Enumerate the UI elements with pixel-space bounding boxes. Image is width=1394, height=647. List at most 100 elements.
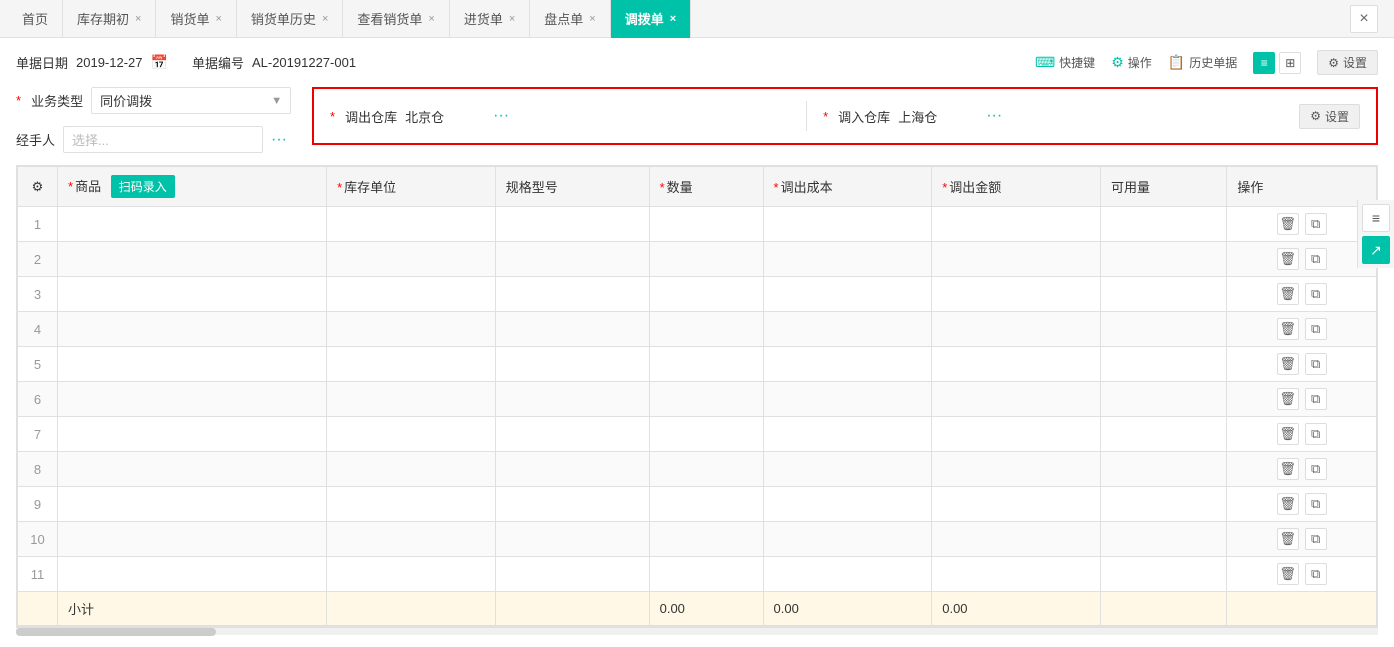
cell-quantity[interactable]: [649, 487, 763, 522]
cell-quantity[interactable]: [649, 347, 763, 382]
scan-button[interactable]: 扫码录入: [111, 175, 175, 198]
tab-sales-history[interactable]: 销货单历史 ×: [237, 0, 343, 38]
cell-amount[interactable]: [932, 207, 1101, 242]
panel-expand-icon[interactable]: ↗: [1362, 236, 1390, 264]
cell-product[interactable]: [58, 452, 327, 487]
layout-icon-grid[interactable]: ⊞: [1279, 52, 1301, 74]
delete-icon[interactable]: 🗑: [1277, 423, 1299, 445]
delete-icon[interactable]: 🗑: [1277, 318, 1299, 340]
calendar-icon[interactable]: 📅: [151, 54, 168, 71]
delete-icon[interactable]: 🗑: [1277, 528, 1299, 550]
tab-purchase-order-close[interactable]: ×: [509, 13, 515, 25]
tab-inventory-check-close[interactable]: ×: [589, 13, 595, 25]
cell-quantity[interactable]: [649, 522, 763, 557]
tab-view-sales-close[interactable]: ×: [428, 13, 434, 25]
delete-icon[interactable]: 🗑: [1277, 353, 1299, 375]
cell-product[interactable]: [58, 207, 327, 242]
delete-icon[interactable]: 🗑: [1277, 213, 1299, 235]
delete-icon[interactable]: 🗑: [1277, 493, 1299, 515]
cell-quantity[interactable]: [649, 417, 763, 452]
layout-icon-list[interactable]: ≡: [1253, 52, 1275, 74]
tab-inventory-init[interactable]: 库存期初 ×: [63, 0, 156, 38]
delete-icon[interactable]: 🗑: [1277, 388, 1299, 410]
cell-amount[interactable]: [932, 382, 1101, 417]
th-gear[interactable]: ⚙: [18, 167, 58, 207]
warehouse-in-more[interactable]: ···: [986, 107, 1002, 125]
cell-amount[interactable]: [932, 522, 1101, 557]
warehouse-settings-button[interactable]: ⚙ 设置: [1299, 104, 1360, 129]
copy-icon[interactable]: ⧉: [1305, 353, 1327, 375]
window-close-button[interactable]: ×: [1350, 5, 1378, 33]
tab-inventory-check[interactable]: 盘点单 ×: [530, 0, 610, 38]
settings-button[interactable]: ⚙ 设置: [1317, 50, 1378, 75]
copy-icon[interactable]: ⧉: [1305, 248, 1327, 270]
cell-quantity[interactable]: [649, 277, 763, 312]
tab-sales-order[interactable]: 销货单 ×: [156, 0, 236, 38]
copy-icon[interactable]: ⧉: [1305, 563, 1327, 585]
cell-product[interactable]: [58, 557, 327, 592]
copy-icon[interactable]: ⧉: [1305, 213, 1327, 235]
cell-amount[interactable]: [932, 452, 1101, 487]
copy-icon[interactable]: ⧉: [1305, 458, 1327, 480]
agent-select[interactable]: 选择...: [63, 126, 263, 153]
cell-amount[interactable]: [932, 557, 1101, 592]
history-button[interactable]: 📋 历史单据: [1168, 54, 1237, 71]
cell-amount[interactable]: [932, 417, 1101, 452]
cell-quantity[interactable]: [649, 312, 763, 347]
cell-product[interactable]: [58, 312, 327, 347]
cell-product[interactable]: [58, 277, 327, 312]
cell-product[interactable]: [58, 487, 327, 522]
cell-cost[interactable]: [763, 382, 932, 417]
tab-home[interactable]: 首页: [8, 0, 63, 38]
cell-cost[interactable]: [763, 487, 932, 522]
warehouse-out-more[interactable]: ···: [493, 107, 509, 125]
cell-amount[interactable]: [932, 277, 1101, 312]
cell-quantity[interactable]: [649, 207, 763, 242]
scroll-thumb[interactable]: [16, 628, 216, 636]
cell-product[interactable]: [58, 382, 327, 417]
cell-amount[interactable]: [932, 312, 1101, 347]
copy-icon[interactable]: ⧉: [1305, 318, 1327, 340]
tab-view-sales[interactable]: 查看销货单 ×: [343, 0, 449, 38]
copy-icon[interactable]: ⧉: [1305, 493, 1327, 515]
cell-amount[interactable]: [932, 242, 1101, 277]
cell-quantity[interactable]: [649, 557, 763, 592]
cell-product[interactable]: [58, 522, 327, 557]
panel-list-icon[interactable]: ≡: [1362, 204, 1390, 232]
cell-cost[interactable]: [763, 242, 932, 277]
cell-cost[interactable]: [763, 277, 932, 312]
cell-cost[interactable]: [763, 452, 932, 487]
cell-cost[interactable]: [763, 417, 932, 452]
cell-quantity[interactable]: [649, 382, 763, 417]
business-type-select[interactable]: 同价调拨 ▼: [91, 87, 291, 114]
cell-quantity[interactable]: [649, 242, 763, 277]
tab-transfer-close[interactable]: ×: [670, 13, 676, 25]
cell-product[interactable]: [58, 417, 327, 452]
cell-cost[interactable]: [763, 522, 932, 557]
cell-amount[interactable]: [932, 487, 1101, 522]
copy-icon[interactable]: ⧉: [1305, 388, 1327, 410]
cell-quantity[interactable]: [649, 452, 763, 487]
copy-icon[interactable]: ⧉: [1305, 423, 1327, 445]
cell-cost[interactable]: [763, 207, 932, 242]
cell-cost[interactable]: [763, 312, 932, 347]
tab-inventory-init-close[interactable]: ×: [135, 13, 141, 25]
delete-icon[interactable]: 🗑: [1277, 563, 1299, 585]
cell-product[interactable]: [58, 347, 327, 382]
copy-icon[interactable]: ⧉: [1305, 528, 1327, 550]
tab-sales-order-close[interactable]: ×: [215, 13, 221, 25]
shortcut-key-button[interactable]: ⌨ 快捷键: [1035, 54, 1095, 71]
tab-sales-history-close[interactable]: ×: [322, 13, 328, 25]
agent-more-icon[interactable]: ···: [271, 131, 287, 149]
cell-amount[interactable]: [932, 347, 1101, 382]
tab-transfer[interactable]: 调拨单 ×: [611, 0, 691, 38]
cell-product[interactable]: [58, 242, 327, 277]
tab-purchase-order[interactable]: 进货单 ×: [450, 0, 530, 38]
delete-icon[interactable]: 🗑: [1277, 283, 1299, 305]
cell-cost[interactable]: [763, 557, 932, 592]
operation-button[interactable]: ⚙ 操作: [1111, 54, 1152, 71]
copy-icon[interactable]: ⧉: [1305, 283, 1327, 305]
delete-icon[interactable]: 🗑: [1277, 248, 1299, 270]
cell-cost[interactable]: [763, 347, 932, 382]
delete-icon[interactable]: 🗑: [1277, 458, 1299, 480]
